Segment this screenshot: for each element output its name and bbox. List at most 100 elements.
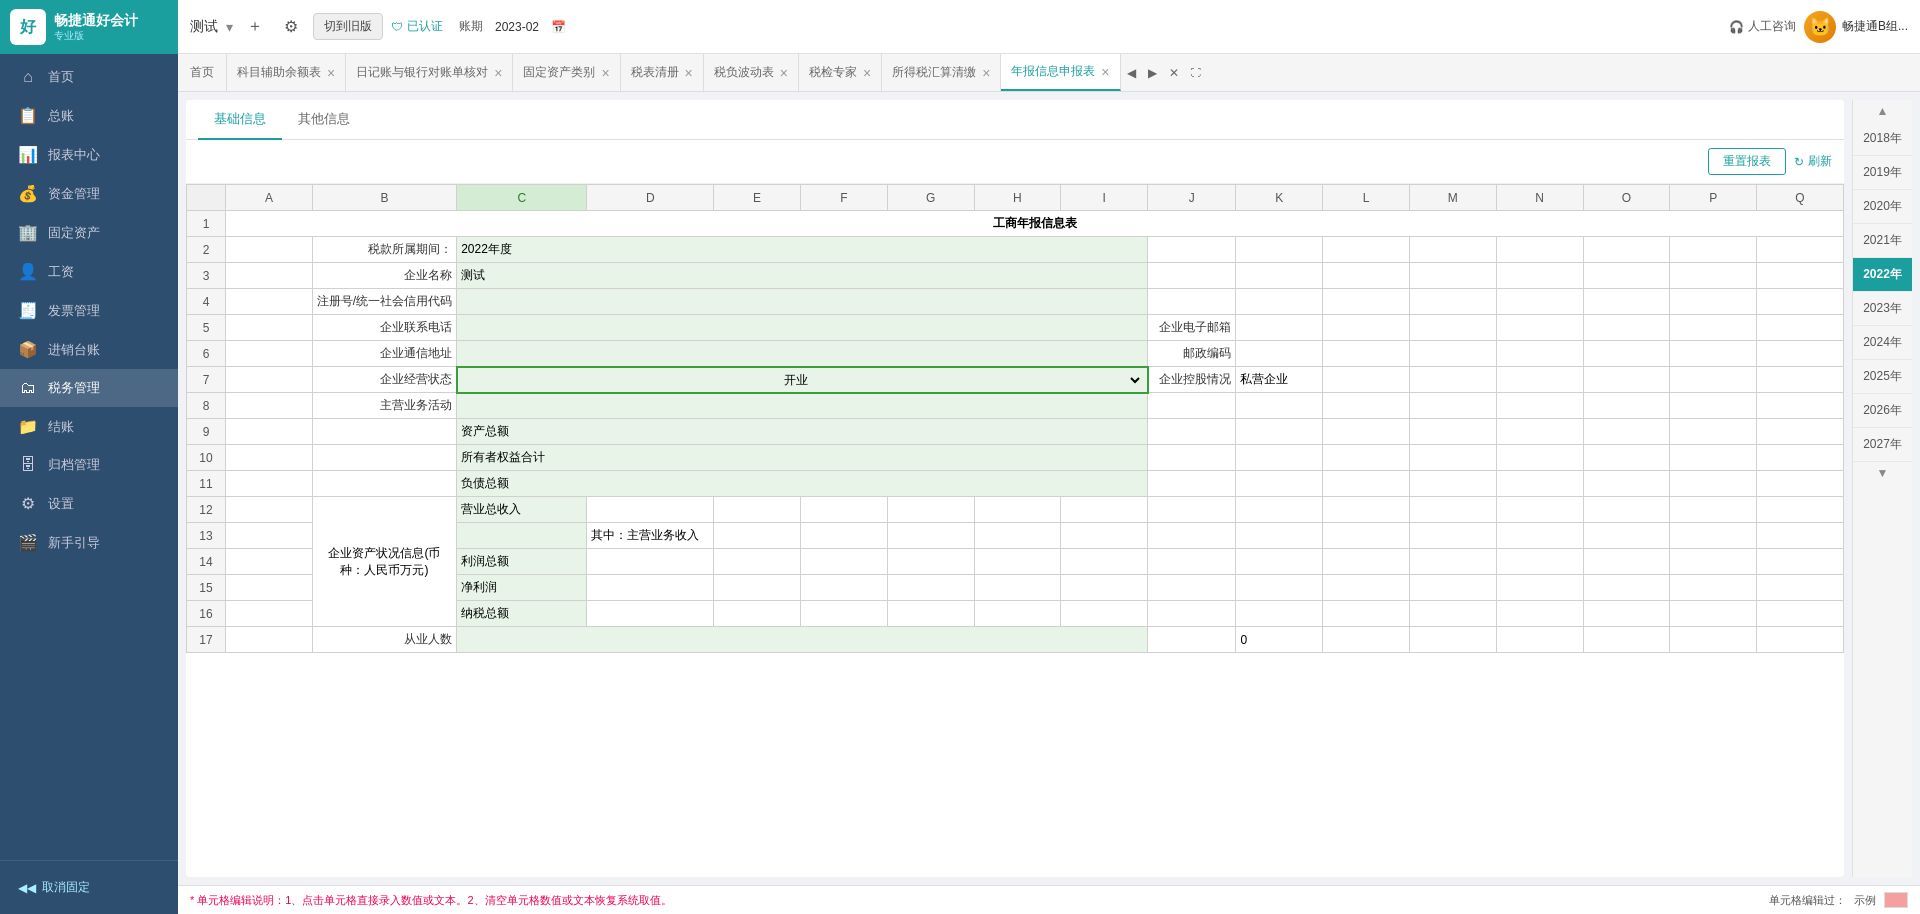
cell-10-C[interactable]: 所有者权益合计 [457,445,1148,471]
sidebar-item-结账[interactable]: 📁结账 [0,407,178,446]
cell-6-K[interactable] [1236,341,1323,367]
cell-15-5[interactable] [714,575,801,601]
cell-12-13[interactable] [1409,497,1496,523]
cell-16-14[interactable] [1496,601,1583,627]
tab-7[interactable]: 所得税汇算清缴× [882,54,1001,91]
cell-10-17[interactable] [1757,445,1844,471]
sidebar-item-报表中心[interactable]: 📊报表中心 [0,135,178,174]
reset-report-btn[interactable]: 重置报表 [1708,148,1786,175]
cell-3-15[interactable] [1583,263,1670,289]
cell-16-9[interactable] [1061,601,1148,627]
cell-14-C[interactable]: 利润总额 [457,549,587,575]
cell-6-15[interactable] [1583,341,1670,367]
cell-17-K[interactable]: 0 [1236,627,1323,653]
cell-13-8[interactable] [974,523,1061,549]
cell-16-10[interactable] [1148,601,1236,627]
tab-close-1[interactable]: × [327,66,335,80]
cell-5-K[interactable] [1236,315,1323,341]
cell-12-8[interactable] [974,497,1061,523]
cell-7-16[interactable] [1670,367,1757,393]
cell-5-12[interactable] [1323,315,1410,341]
tab-close-8[interactable]: × [1101,65,1109,79]
cell-15-C[interactable]: 净利润 [457,575,587,601]
cell-14-14[interactable] [1496,549,1583,575]
cell-4-16[interactable] [1670,289,1757,315]
cell-7-C[interactable]: 开业 [457,367,1148,393]
cell-13-17[interactable] [1757,523,1844,549]
cell-17-17[interactable] [1757,627,1844,653]
cell-3-C[interactable]: 测试 [457,263,1148,289]
cell-13-7[interactable] [887,523,974,549]
cell-17-C[interactable] [457,627,1148,653]
cell-14-17[interactable] [1757,549,1844,575]
topbar-dropdown-icon[interactable]: ▾ [226,19,233,35]
cell-7-K[interactable]: 私营企业 [1236,367,1323,393]
cell-13-12[interactable] [1323,523,1410,549]
cell-3-K[interactable] [1236,263,1323,289]
cell-4-K[interactable] [1236,289,1323,315]
cell-17-14[interactable] [1496,627,1583,653]
cell-16-13[interactable] [1409,601,1496,627]
cell-15-12[interactable] [1323,575,1410,601]
cell-9-14[interactable] [1496,419,1583,445]
cell-5-16[interactable] [1670,315,1757,341]
cell-5-15[interactable] [1583,315,1670,341]
cell-8-16[interactable] [1670,393,1757,419]
cell-6-16[interactable] [1670,341,1757,367]
cell-14-13[interactable] [1409,549,1496,575]
cell-15-17[interactable] [1757,575,1844,601]
cell-5-17[interactable] [1757,315,1844,341]
year-item-2023年[interactable]: 2023年 [1853,292,1912,326]
cell-10-13[interactable] [1409,445,1496,471]
cell-3-16[interactable] [1670,263,1757,289]
cell-14-8[interactable] [974,549,1061,575]
tabbar-expand-btn[interactable]: ⛶ [1185,54,1207,91]
cell-15-15[interactable] [1583,575,1670,601]
tab-4[interactable]: 税表清册× [621,54,704,91]
sidebar-item-新手引导[interactable]: 🎬新手引导 [0,523,178,562]
cell-7-17[interactable] [1757,367,1844,393]
cell-9-12[interactable] [1323,419,1410,445]
cell-13-C[interactable] [457,523,587,549]
cell-9-15[interactable] [1583,419,1670,445]
cell-12-17[interactable] [1757,497,1844,523]
cell-11-13[interactable] [1409,471,1496,497]
cell-13-11[interactable] [1236,523,1323,549]
cell-7-15[interactable] [1583,367,1670,393]
cell-13-16[interactable] [1670,523,1757,549]
cell-13-5[interactable] [714,523,801,549]
cell-9-17[interactable] [1757,419,1844,445]
cell-15-14[interactable] [1496,575,1583,601]
cell-13-13[interactable] [1409,523,1496,549]
sidebar-item-设置[interactable]: ⚙设置 [0,484,178,523]
cell-10-K[interactable] [1236,445,1323,471]
cell-10-12[interactable] [1323,445,1410,471]
cell-14-11[interactable] [1236,549,1323,575]
cell-6-C[interactable] [457,341,1148,367]
cell-3-14[interactable] [1496,263,1583,289]
cell-9-13[interactable] [1409,419,1496,445]
dropdown-business-status[interactable]: 开业 [462,372,1143,388]
cell-15-4[interactable] [587,575,714,601]
cell-4-14[interactable] [1496,289,1583,315]
cell-11-K[interactable] [1236,471,1323,497]
cell-16-11[interactable] [1236,601,1323,627]
cell-12-15[interactable] [1583,497,1670,523]
cell-15-9[interactable] [1061,575,1148,601]
cell-12-7[interactable] [887,497,974,523]
cell-13-D[interactable]: 其中：主营业务收入 [587,523,714,549]
cell-4-C[interactable] [457,289,1148,315]
tab-3[interactable]: 固定资产类别× [513,54,620,91]
topbar-settings-btn[interactable]: ⚙ [277,13,305,41]
cell-12-14[interactable] [1496,497,1583,523]
cell-7-12[interactable] [1323,367,1410,393]
cell-16-8[interactable] [974,601,1061,627]
cell-14-4[interactable] [587,549,714,575]
cell-6-17[interactable] [1757,341,1844,367]
cell-8-17[interactable] [1757,393,1844,419]
cell-14-10[interactable] [1148,549,1236,575]
cell-17-16[interactable] [1670,627,1757,653]
cell-14-15[interactable] [1583,549,1670,575]
cell-3-12[interactable] [1323,263,1410,289]
cell-15-8[interactable] [974,575,1061,601]
